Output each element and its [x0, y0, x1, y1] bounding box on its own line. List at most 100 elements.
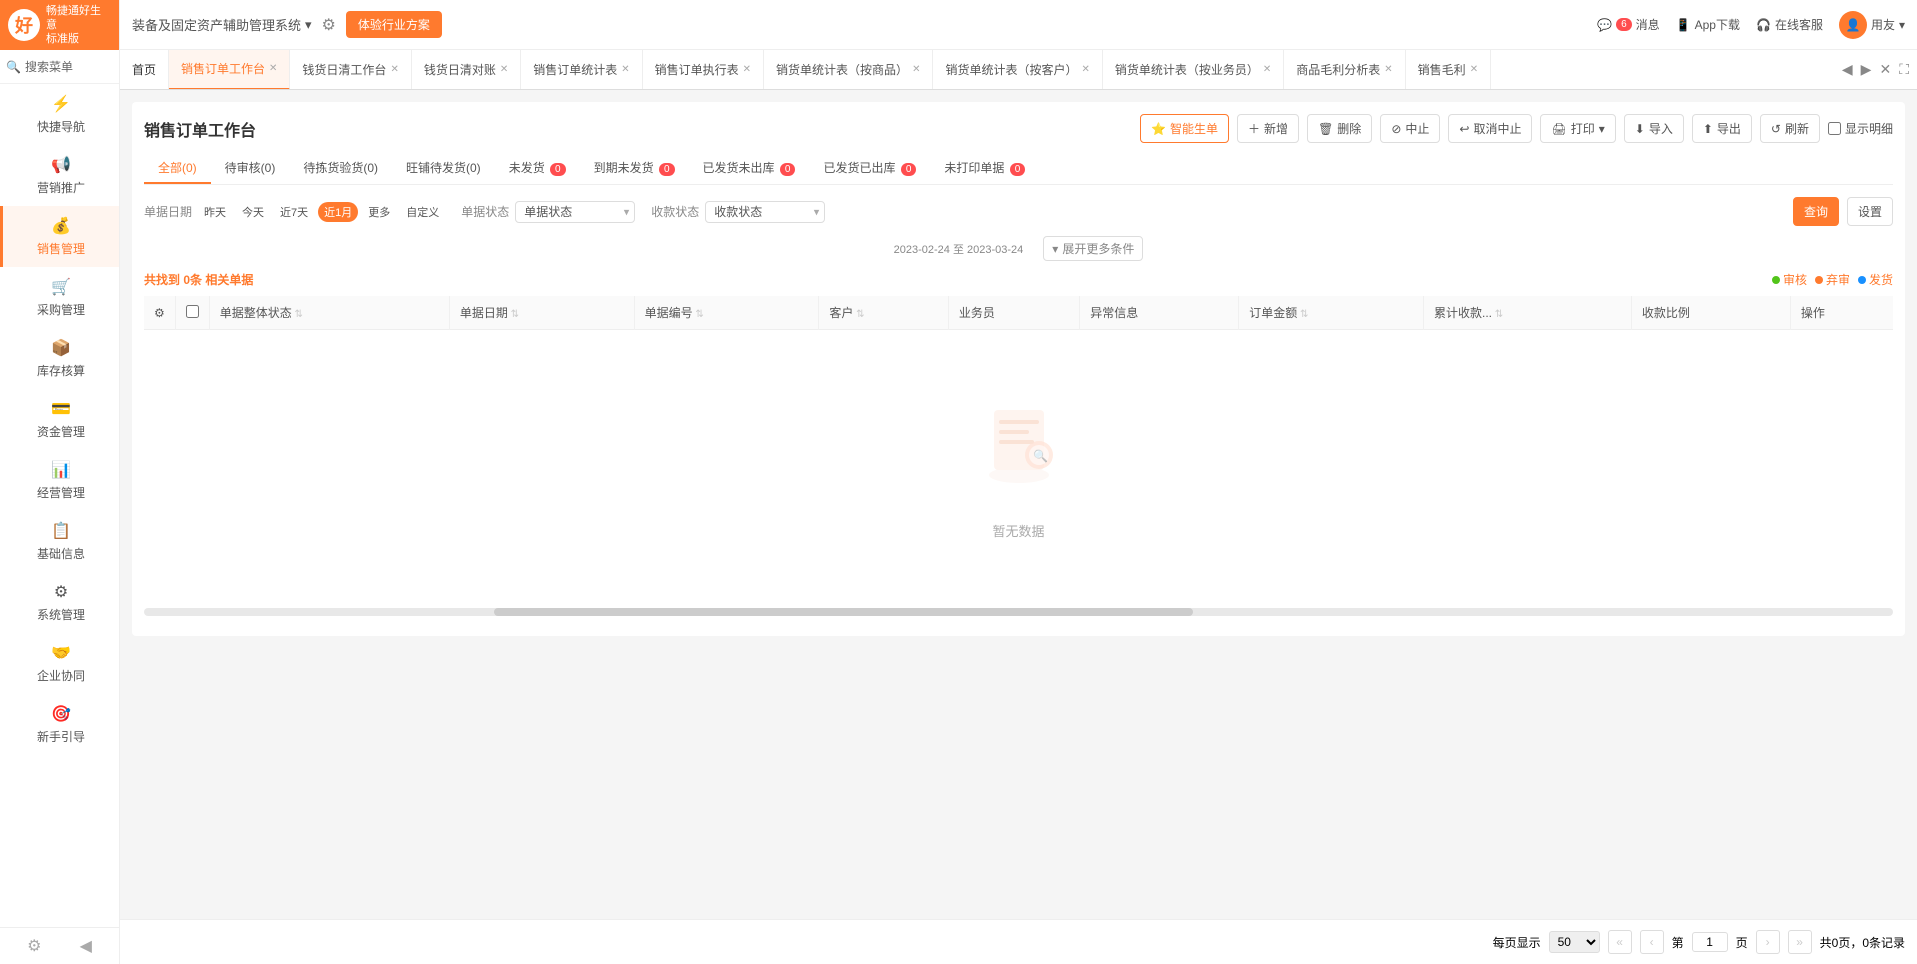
sidebar-item-system[interactable]: ⚙ 系统管理 — [0, 572, 119, 633]
scrollbar-thumb[interactable] — [494, 608, 1194, 616]
tab-close-icon[interactable]: ✕ — [269, 63, 277, 74]
import-btn[interactable]: ⬇ 导入 — [1624, 114, 1684, 143]
refresh-btn[interactable]: ↺ 刷新 — [1760, 114, 1820, 143]
industry-btn[interactable]: 体验行业方案 — [346, 11, 442, 38]
filter-tab-shipped-out[interactable]: 已发货已出库 0 — [809, 153, 930, 184]
th-check[interactable] — [175, 296, 209, 330]
tab-home[interactable]: 首页 — [120, 50, 169, 90]
print-btn[interactable]: 🖨 打印 ▾ — [1540, 114, 1615, 143]
tab-cash-daily[interactable]: 钱货日清工作台 ✕ — [290, 50, 411, 90]
next-page-btn[interactable]: › — [1756, 930, 1780, 954]
sidebar-item-operations[interactable]: 📊 经营管理 — [0, 450, 119, 511]
sidebar-collapse-icon[interactable]: ◀ — [80, 936, 92, 956]
show-detail-checkbox[interactable] — [1828, 122, 1841, 135]
tab-scroll-right-icon[interactable]: ▶ — [1857, 61, 1876, 78]
date-btn-today[interactable]: 今天 — [236, 202, 270, 222]
tab-sales-summary-customer[interactable]: 销货单统计表（按客户） ✕ — [933, 50, 1102, 90]
sidebar-item-marketing[interactable]: 📢 营销推广 — [0, 145, 119, 206]
filter-tab-overdue[interactable]: 到期未发货 0 — [580, 153, 689, 184]
system-title-dropdown[interactable]: 装备及固定资产辅助管理系统 ▾ — [132, 15, 312, 34]
sidebar-item-base-info[interactable]: 📋 基础信息 — [0, 511, 119, 572]
prev-page-btn[interactable]: ‹ — [1640, 930, 1664, 954]
cancel-review-btn[interactable]: 弃审 — [1815, 271, 1850, 288]
filter-tab-not-shipped[interactable]: 未发货 0 — [495, 153, 580, 184]
export-btn[interactable]: ⬆ 导出 — [1692, 114, 1752, 143]
th-customer[interactable]: 客户 — [819, 296, 948, 330]
tab-close-icon[interactable]: ✕ — [912, 64, 920, 75]
payment-select[interactable]: 收款状态 — [705, 201, 825, 223]
tab-close-icon[interactable]: ✕ — [390, 64, 398, 75]
sidebar-item-guide[interactable]: 🎯 新手引导 — [0, 694, 119, 755]
th-date[interactable]: 单据日期 — [449, 296, 634, 330]
filter-settings-btn[interactable]: 设置 — [1847, 197, 1893, 226]
tab-close-icon[interactable]: ✕ — [1470, 64, 1478, 75]
filter-tab-shipped-not-out[interactable]: 已发货未出库 0 — [689, 153, 810, 184]
filter-tab-not-printed[interactable]: 未打印单据 0 — [930, 153, 1039, 184]
sidebar-settings-icon[interactable]: ⚙ — [27, 936, 41, 956]
date-btn-1month[interactable]: 近1月 — [318, 202, 358, 222]
topbar-settings-icon[interactable]: ⚙ — [322, 15, 336, 35]
sidebar-item-enterprise[interactable]: 🤝 企业协同 — [0, 633, 119, 694]
th-amount[interactable]: 订单金额 — [1239, 296, 1424, 330]
page-number-input[interactable] — [1692, 932, 1728, 952]
app-download-link[interactable]: 📱 App下载 — [1676, 16, 1740, 33]
tab-close-icon[interactable]: ✕ — [743, 64, 751, 75]
sidebar-item-purchase[interactable]: 🛒 采购管理 — [0, 267, 119, 328]
th-staff[interactable]: 业务员 — [948, 296, 1079, 330]
tab-close-all-icon[interactable]: ✕ — [1875, 61, 1895, 78]
tab-gross-profit[interactable]: 商品毛利分析表 ✕ — [1284, 50, 1405, 90]
sidebar-item-finance[interactable]: 💳 资金管理 — [0, 389, 119, 450]
tab-close-icon[interactable]: ✕ — [500, 64, 508, 75]
expand-btn[interactable]: ▾ 展开更多条件 — [1043, 236, 1143, 261]
tab-cash-reconcile[interactable]: 钱货日清对账 ✕ — [412, 50, 521, 90]
tab-sales-summary-staff[interactable]: 销货单统计表（按业务员） ✕ — [1103, 50, 1284, 90]
message-icon-wrap[interactable]: 💬 6 消息 — [1597, 16, 1660, 33]
th-status[interactable]: 单据整体状态 — [209, 296, 449, 330]
horizontal-scrollbar[interactable] — [144, 608, 1893, 616]
tab-sales-workbench[interactable]: 销售订单工作台 ✕ — [169, 50, 290, 90]
date-btn-custom[interactable]: 自定义 — [400, 202, 445, 222]
status-select[interactable]: 单据状态 — [515, 201, 635, 223]
tab-sales-stats[interactable]: 销售订单统计表 ✕ — [521, 50, 642, 90]
show-detail-label[interactable]: 显示明细 — [1828, 120, 1893, 137]
add-btn[interactable]: ＋ 新增 — [1237, 114, 1299, 143]
tab-fullscreen-icon[interactable]: ⛶ — [1895, 61, 1913, 78]
tab-sales-summary-goods[interactable]: 销货单统计表（按商品） ✕ — [764, 50, 933, 90]
sidebar-item-inventory[interactable]: 📦 库存核算 — [0, 328, 119, 389]
online-service-link[interactable]: 🎧 在线客服 — [1756, 16, 1823, 33]
filter-tab-pending-inspection[interactable]: 待拣货验货(0) — [289, 153, 392, 184]
th-settings[interactable]: ⚙ — [144, 296, 175, 330]
sidebar-search[interactable]: 🔍 搜索菜单 — [0, 50, 119, 84]
tab-label: 销售毛利 — [1418, 61, 1466, 78]
select-all-checkbox[interactable] — [186, 305, 199, 318]
delete-btn[interactable]: 🗑 删除 — [1307, 114, 1372, 143]
tab-close-icon[interactable]: ✕ — [1263, 64, 1271, 75]
page-size-select[interactable]: 50 10 20 100 — [1549, 931, 1600, 953]
first-page-btn[interactable]: « — [1608, 930, 1632, 954]
query-btn[interactable]: 查询 — [1793, 197, 1839, 226]
tab-scroll-left-icon[interactable]: ◀ — [1838, 61, 1857, 78]
filter-tab-wangpu[interactable]: 旺铺待发货(0) — [392, 153, 495, 184]
th-collected[interactable]: 累计收款... — [1424, 296, 1632, 330]
tab-sales-exec[interactable]: 销售订单执行表 ✕ — [643, 50, 764, 90]
sidebar-item-sales[interactable]: 💰 销售管理 — [0, 206, 119, 267]
filter-tab-all[interactable]: 全部(0) — [144, 153, 211, 184]
tab-close-icon[interactable]: ✕ — [1384, 64, 1392, 75]
smart-create-btn[interactable]: ⭐ 智能生单 — [1140, 114, 1229, 143]
cancel-review-dot — [1815, 276, 1823, 284]
sidebar-item-quick-nav[interactable]: ⚡ 快捷导航 — [0, 84, 119, 145]
stop-btn[interactable]: ⊘ 中止 — [1380, 114, 1440, 143]
tab-close-icon[interactable]: ✕ — [621, 64, 629, 75]
th-number[interactable]: 单据编号 — [634, 296, 819, 330]
date-btn-yesterday[interactable]: 昨天 — [198, 202, 232, 222]
tab-sales-more[interactable]: 销售毛利 ✕ — [1406, 50, 1491, 90]
last-page-btn[interactable]: » — [1788, 930, 1812, 954]
user-menu[interactable]: 👤 用友 ▾ — [1839, 11, 1905, 39]
review-btn[interactable]: 审核 — [1772, 271, 1807, 288]
tab-close-icon[interactable]: ✕ — [1081, 64, 1089, 75]
date-btn-7days[interactable]: 近7天 — [274, 202, 314, 222]
ship-btn[interactable]: 发货 — [1858, 271, 1893, 288]
cancel-stop-btn[interactable]: ↩ 取消中止 — [1448, 114, 1532, 143]
filter-tab-pending-review[interactable]: 待审核(0) — [211, 153, 290, 184]
date-btn-more[interactable]: 更多 — [362, 202, 396, 222]
